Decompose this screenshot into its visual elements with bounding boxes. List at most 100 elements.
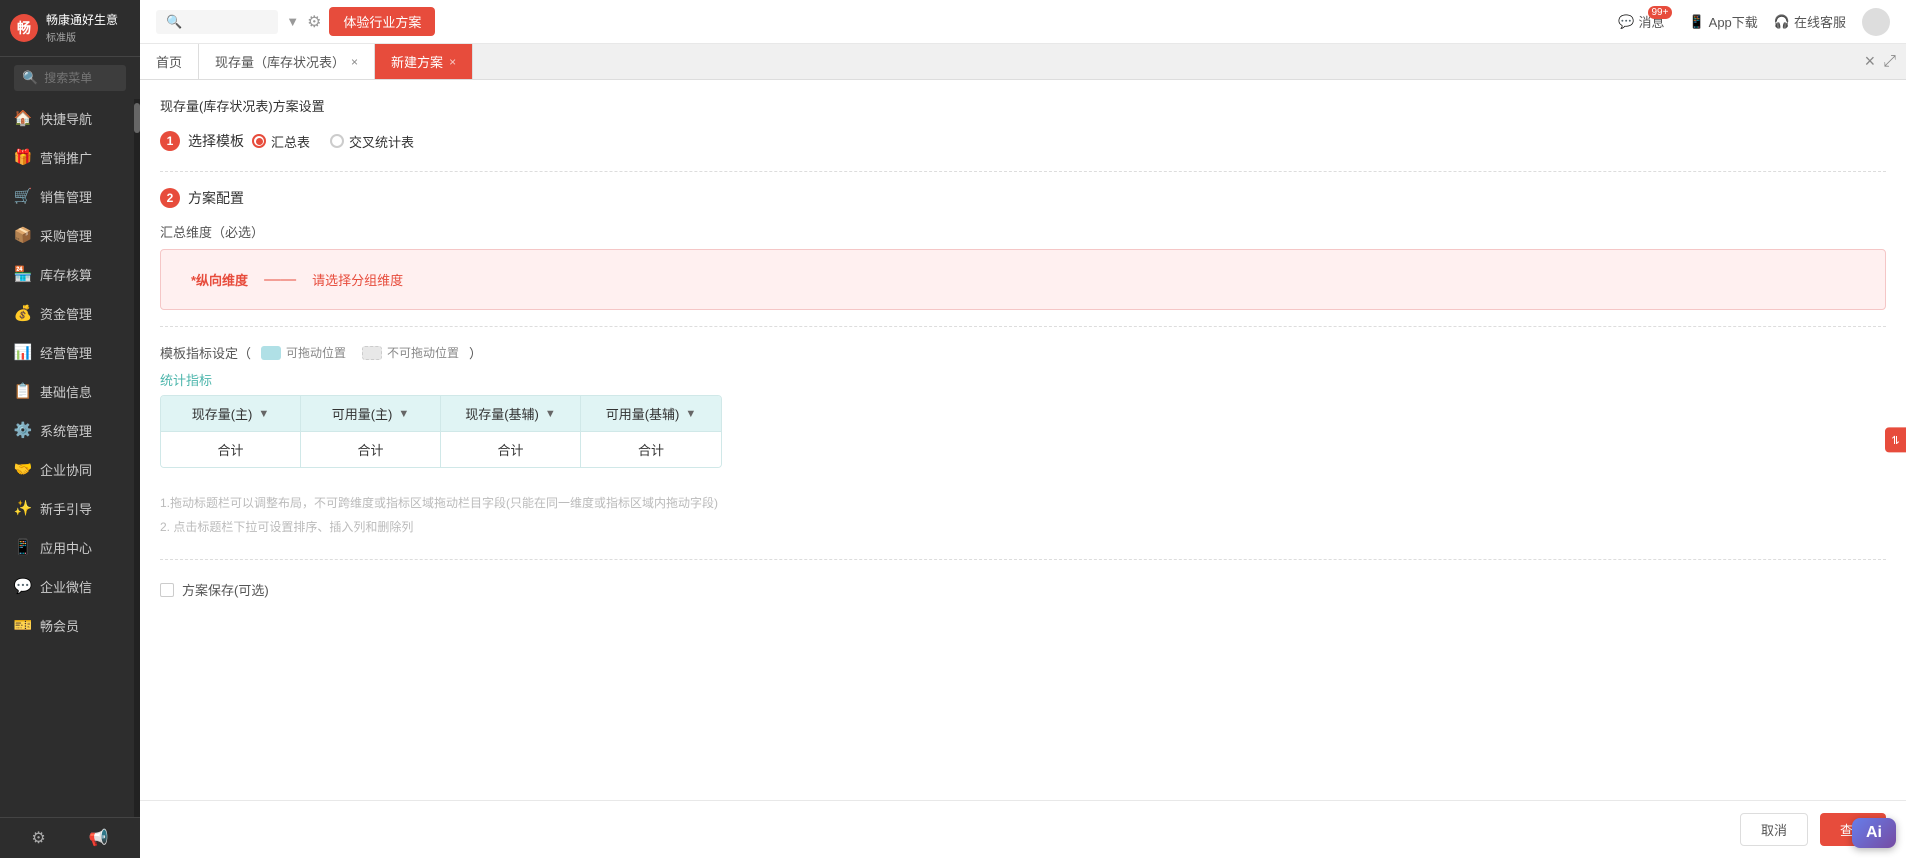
tab-close-inventory[interactable]: ×	[351, 55, 358, 69]
dimension-placeholder[interactable]: 请选择分组维度	[312, 270, 403, 289]
section-title-2: 方案配置	[188, 188, 244, 208]
dimension-config-box: *纵向维度 —— 请选择分组维度	[160, 249, 1886, 310]
cart-icon: 🛒	[14, 187, 32, 205]
section-num-2: 2	[160, 188, 180, 208]
stats-cell-agg-4: 合计	[581, 432, 721, 467]
sidebar-nav: 🏠 快捷导航 🎁 营销推广 🛒 销售管理 📦 采购管理 🏪 库存核算 💰	[0, 99, 134, 817]
sidebar-bottom: ⚙ 📢	[0, 817, 140, 858]
stats-cell-agg-2: 合计	[301, 432, 441, 467]
stats-col-3-header[interactable]: 现存量(基辅) ▼	[441, 396, 581, 431]
indicator-legend: 可拖动位置 不可拖动位置	[261, 344, 459, 361]
template-radio-group: 汇总表 交叉统计表	[252, 132, 414, 151]
sidebar-item-member[interactable]: 🎫 畅会员	[0, 606, 134, 645]
window-expand-btn[interactable]: ⤢	[1883, 53, 1896, 71]
sidebar-item-contract[interactable]: 🤝 企业协同	[0, 450, 134, 489]
tab-new-plan[interactable]: 新建方案 ×	[375, 44, 473, 79]
gear-icon: ⚙️	[14, 421, 32, 439]
sidebar-item-system[interactable]: ⚙️ 系统管理	[0, 411, 134, 450]
page-title: 现存量(库存状况表)方案设置	[160, 96, 1886, 115]
section-title-1: 选择模板	[188, 131, 244, 151]
topbar: 🔍 ▼ ⚙ 体验行业方案 💬 消息 99+ 📱 App下载 🎧 在线客服	[140, 0, 1906, 44]
save-plan-area: 方案保存(可选)	[160, 580, 1886, 599]
sidebar: 畅 畅康通好生意 标准版 🔍 🏠 快捷导航 🎁 营销推广 🛒 销售管理	[0, 0, 140, 858]
customer-service-btn[interactable]: 🎧 在线客服	[1774, 12, 1846, 31]
chevron-down-icon-2[interactable]: ▼	[398, 408, 409, 420]
sidebar-item-sales[interactable]: 🛒 销售管理	[0, 177, 134, 216]
sidebar-item-business[interactable]: 📊 经营管理	[0, 333, 134, 372]
tips-item-2: 2. 点击标题栏下拉可设置排序、插入列和删除列	[160, 515, 1886, 539]
chart-icon: 📊	[14, 343, 32, 361]
window-close-btn[interactable]: ×	[1865, 51, 1876, 72]
sidebar-item-finance[interactable]: 💰 资金管理	[0, 294, 134, 333]
logo-icon: 畅	[10, 14, 38, 42]
home-icon: 🏠	[14, 109, 32, 127]
box-icon: 📦	[14, 226, 32, 244]
sidebar-item-marketing[interactable]: 🎁 营销推广	[0, 138, 134, 177]
cancel-button[interactable]: 取消	[1740, 813, 1808, 846]
sidebar-item-purchase[interactable]: 📦 采购管理	[0, 216, 134, 255]
ai-bubble[interactable]: Ai	[1852, 818, 1896, 848]
stats-cell-agg-1: 合计	[161, 432, 301, 467]
sidebar-item-inventory[interactable]: 🏪 库存核算	[0, 255, 134, 294]
topbar-gear-icon[interactable]: ⚙	[307, 12, 321, 32]
sidebar-search-area[interactable]: 🔍	[0, 57, 140, 99]
topbar-search-input[interactable]	[188, 15, 268, 29]
sidebar-item-app-center[interactable]: 📱 应用中心	[0, 528, 134, 567]
topbar-search-area[interactable]: 🔍	[156, 10, 278, 34]
speaker-bottom-icon[interactable]: 📢	[89, 828, 109, 848]
chevron-down-icon-3[interactable]: ▼	[545, 408, 556, 420]
stats-col-1-header[interactable]: 现存量(主) ▼	[161, 396, 301, 431]
right-side-tab[interactable]: ⇌	[1885, 427, 1906, 452]
radio-cross[interactable]: 交叉统计表	[330, 132, 414, 151]
stats-title: 统计指标	[160, 370, 1886, 389]
sidebar-logo: 畅 畅康通好生意 标准版	[0, 0, 140, 57]
separator-text: ——	[264, 271, 296, 289]
chat-icon: 💬	[14, 577, 32, 595]
search-icon: 🔍	[22, 70, 38, 86]
stats-data-row: 合计 合计 合计 合计	[161, 431, 721, 467]
topbar-dropdown-icon[interactable]: ▼	[286, 14, 299, 29]
sidebar-item-wechat[interactable]: 💬 企业微信	[0, 567, 134, 606]
tab-inventory-status[interactable]: 现存量（库存状况表） ×	[199, 44, 375, 79]
ticket-icon: 🎫	[14, 616, 32, 634]
user-avatar[interactable]	[1862, 8, 1890, 36]
star-icon: ✨	[14, 499, 32, 517]
radio-summary[interactable]: 汇总表	[252, 132, 310, 151]
sidebar-item-guide[interactable]: ✨ 新手引导	[0, 489, 134, 528]
tab-close-new-plan[interactable]: ×	[449, 55, 456, 69]
sidebar-item-basic[interactable]: 📋 基础信息	[0, 372, 134, 411]
trial-btn[interactable]: 体验行业方案	[329, 7, 435, 36]
save-plan-checkbox[interactable]	[160, 583, 174, 597]
stats-cell-agg-3: 合计	[441, 432, 581, 467]
summary-dimension-label: 汇总维度（必选）	[160, 222, 1886, 241]
tips-section: 1.拖动标题栏可以调整布局，不可跨维度或指标区域拖动栏目字段(只能在同一维度或指…	[160, 491, 1886, 539]
message-btn[interactable]: 💬 消息 99+	[1618, 12, 1664, 31]
chevron-down-icon-4[interactable]: ▼	[685, 408, 696, 420]
list-icon: 📋	[14, 382, 32, 400]
topbar-left: 🔍 ▼ ⚙ 体验行业方案	[156, 7, 1606, 36]
stats-section: 统计指标 现存量(主) ▼ 可用量(主) ▼	[160, 370, 1886, 471]
handshake-icon: 🤝	[14, 460, 32, 478]
main-area: 🔍 ▼ ⚙ 体验行业方案 💬 消息 99+ 📱 App下载 🎧 在线客服	[140, 0, 1906, 858]
sidebar-search-input[interactable]	[44, 71, 118, 85]
tab-home[interactable]: 首页	[140, 44, 199, 79]
message-icon: 💬	[1618, 14, 1634, 30]
radio-circle-summary	[252, 134, 266, 148]
tips-item-1: 1.拖动标题栏可以调整布局，不可跨维度或指标区域拖动栏目字段(只能在同一维度或指…	[160, 491, 1886, 515]
chevron-down-icon-1[interactable]: ▼	[258, 408, 269, 420]
store-icon: 🏪	[14, 265, 32, 283]
tabbar: 首页 现存量（库存状况表） × 新建方案 × × ⤢	[140, 44, 1906, 80]
stats-col-2-header[interactable]: 可用量(主) ▼	[301, 396, 441, 431]
legend-draggable: 可拖动位置	[261, 344, 346, 361]
sidebar-item-quick-nav[interactable]: 🏠 快捷导航	[0, 99, 134, 138]
stats-table: 现存量(主) ▼ 可用量(主) ▼ 现存量(基辅) ▼	[160, 395, 722, 468]
headset-icon: 🎧	[1774, 14, 1790, 30]
stats-col-4-header[interactable]: 可用量(基辅) ▼	[581, 396, 721, 431]
legend-non-draggable: 不可拖动位置	[362, 344, 459, 361]
section-config: 2 方案配置 汇总维度（必选） *纵向维度 —— 请选择分组维度 模板指标设定（	[160, 188, 1886, 539]
settings-bottom-icon[interactable]: ⚙	[31, 828, 45, 848]
app-download-btn[interactable]: 📱 App下载	[1688, 12, 1757, 31]
mobile-icon: 📱	[1688, 14, 1704, 30]
vertical-label: *纵向维度	[191, 270, 248, 289]
topbar-right: 💬 消息 99+ 📱 App下载 🎧 在线客服	[1618, 8, 1890, 36]
